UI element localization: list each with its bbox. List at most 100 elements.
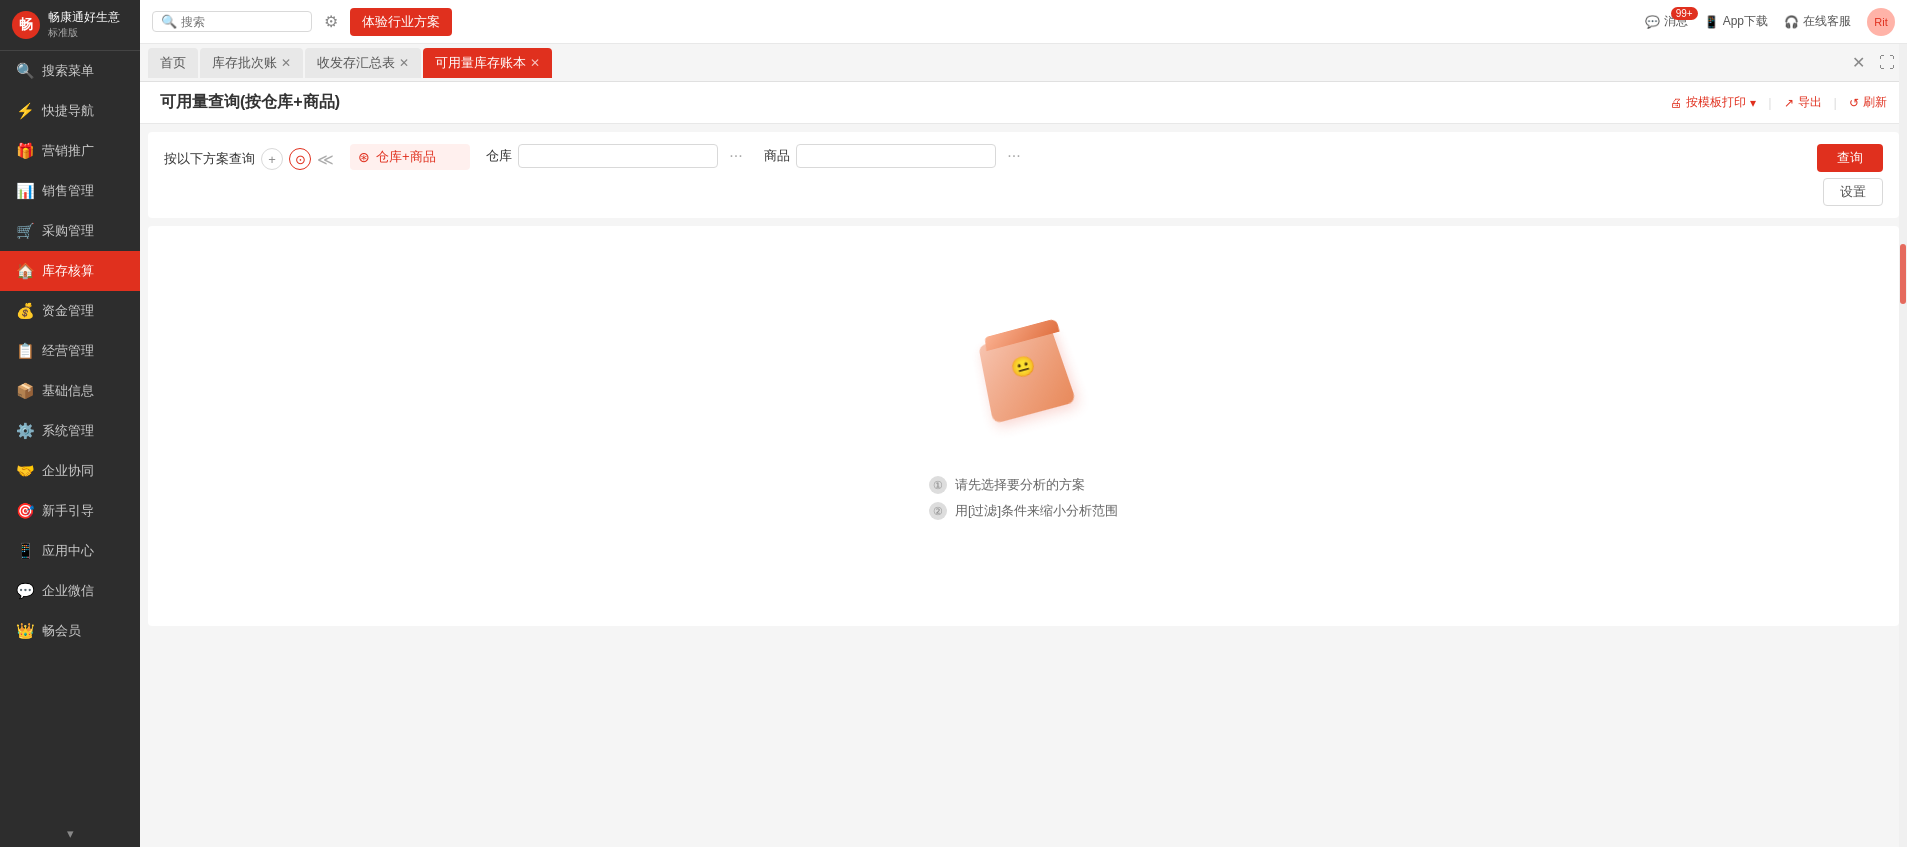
empty-hints: ① 请先选择要分析的方案 ② 用[过滤]条件来缩小分析范围 xyxy=(929,476,1118,520)
close-tab-icon[interactable]: ✕ xyxy=(1848,51,1869,74)
sidebar-item-apps[interactable]: 📱 应用中心 xyxy=(0,531,140,571)
sidebar-item-label-purchase: 采购管理 xyxy=(42,222,94,240)
sidebar-item-sales[interactable]: 📊 销售管理 xyxy=(0,171,140,211)
product-more-button[interactable]: ··· xyxy=(1002,144,1026,168)
sidebar-item-icon-sales: 📊 xyxy=(16,182,34,200)
empty-illustration: 😐 xyxy=(964,332,1084,452)
tab-available-ledger[interactable]: 可用量库存账本✕ xyxy=(423,48,552,78)
sidebar-item-shortcut[interactable]: ⚡ 快捷导航 xyxy=(0,91,140,131)
warehouse-input[interactable] xyxy=(518,144,718,168)
filter-scheme-list: ⊛ 仓库+商品 xyxy=(350,144,470,170)
sidebar-item-inventory[interactable]: 🏠 库存核算 xyxy=(0,251,140,291)
industry-solution-button[interactable]: 体验行业方案 xyxy=(350,8,452,36)
topbar-right-area: 💬 消息 99+ 📱 App下载 🎧 在线客服 Rit xyxy=(1645,8,1895,36)
sidebar-item-vip[interactable]: 👑 畅会员 xyxy=(0,611,140,651)
page-header-actions: 🖨 按模板打印 ▾ | ↗ 导出 | ↺ 刷新 xyxy=(1670,94,1887,111)
export-label: 导出 xyxy=(1798,94,1822,111)
sidebar-item-purchase[interactable]: 🛒 采购管理 xyxy=(0,211,140,251)
sidebar-scroll-down[interactable]: ▾ xyxy=(0,820,140,847)
refresh-label: 刷新 xyxy=(1863,94,1887,111)
sidebar-item-label-inventory: 库存核算 xyxy=(42,262,94,280)
maximize-icon[interactable]: ⛶ xyxy=(1875,52,1899,74)
hint-num-2: ② xyxy=(929,502,947,520)
sidebar-item-label-cooperation: 企业协同 xyxy=(42,462,94,480)
hint-text-2: 用[过滤]条件来缩小分析范围 xyxy=(955,502,1118,520)
filter-label: 按以下方案查询 xyxy=(164,150,255,168)
query-button[interactable]: 查询 xyxy=(1817,144,1883,172)
messages-badge: 99+ xyxy=(1671,7,1698,20)
refresh-button[interactable]: ↺ 刷新 xyxy=(1849,94,1887,111)
right-scrollbar[interactable] xyxy=(1899,44,1907,847)
sidebar-item-cooperation[interactable]: 🤝 企业协同 xyxy=(0,451,140,491)
page-title: 可用量查询(按仓库+商品) xyxy=(160,92,340,113)
export-button[interactable]: ↗ 导出 xyxy=(1784,94,1822,111)
topbar: 🔍 ⚙ 体验行业方案 💬 消息 99+ 📱 App下载 🎧 在线客服 Rit xyxy=(140,0,1907,44)
warehouse-field-group: 仓库 ··· xyxy=(486,144,748,168)
app-download-button[interactable]: 📱 App下载 xyxy=(1704,13,1768,30)
warehouse-field-label: 仓库 xyxy=(486,147,512,165)
product-field-label: 商品 xyxy=(764,147,790,165)
sidebar-item-guide[interactable]: 🎯 新手引导 xyxy=(0,491,140,531)
tab-close-batch-account[interactable]: ✕ xyxy=(281,56,291,70)
export-icon: ↗ xyxy=(1784,96,1794,110)
collapse-button[interactable]: ≪ xyxy=(317,150,334,169)
sidebar-version: 标准版 xyxy=(48,26,120,40)
topbar-search-box[interactable]: 🔍 xyxy=(152,11,312,32)
headset-icon: 🎧 xyxy=(1784,15,1799,29)
sidebar-item-icon-vip: 👑 xyxy=(16,622,34,640)
sidebar-item-icon-shortcut: ⚡ xyxy=(16,102,34,120)
settings-scheme-button[interactable]: ⊙ xyxy=(289,148,311,170)
empty-box-face: 😐 xyxy=(991,340,1056,395)
phone-icon: 📱 xyxy=(1704,15,1719,29)
print-template-button[interactable]: 🖨 按模板打印 ▾ xyxy=(1670,94,1756,111)
refresh-icon: ↺ xyxy=(1849,96,1859,110)
sidebar-item-label-funds: 资金管理 xyxy=(42,302,94,320)
sidebar-item-label-apps: 应用中心 xyxy=(42,542,94,560)
page-header: 可用量查询(按仓库+商品) 🖨 按模板打印 ▾ | ↗ 导出 | ↺ 刷新 xyxy=(140,82,1907,124)
app-download-label: App下载 xyxy=(1723,13,1768,30)
filter-actions: 查询 设置 xyxy=(1817,144,1883,206)
search-input[interactable] xyxy=(181,15,301,29)
sidebar-item-icon-funds: 💰 xyxy=(16,302,34,320)
sidebar-item-icon-inventory: 🏠 xyxy=(16,262,34,280)
sidebar-item-search[interactable]: 🔍 搜索菜单 xyxy=(0,51,140,91)
sidebar-item-funds[interactable]: 💰 资金管理 xyxy=(0,291,140,331)
sidebar: 畅 畅康通好生意 标准版 🔍 搜索菜单 ⚡ 快捷导航 🎁 营销推广 📊 销售管理… xyxy=(0,0,140,847)
print-label: 按模板打印 xyxy=(1686,94,1746,111)
tab-label-inventory-summary: 收发存汇总表 xyxy=(317,54,395,72)
content-area: 可用量查询(按仓库+商品) 🖨 按模板打印 ▾ | ↗ 导出 | ↺ 刷新 xyxy=(140,82,1907,847)
tab-inventory-summary[interactable]: 收发存汇总表 ✕ xyxy=(305,48,421,78)
messages-button[interactable]: 💬 消息 99+ xyxy=(1645,13,1688,30)
user-avatar[interactable]: Rit xyxy=(1867,8,1895,36)
sidebar-item-system[interactable]: ⚙️ 系统管理 xyxy=(0,411,140,451)
sidebar-item-icon-purchase: 🛒 xyxy=(16,222,34,240)
sidebar-item-wechat[interactable]: 💬 企业微信 xyxy=(0,571,140,611)
sidebar-item-marketing[interactable]: 🎁 营销推广 xyxy=(0,131,140,171)
sidebar-item-label-system: 系统管理 xyxy=(42,422,94,440)
product-input[interactable] xyxy=(796,144,996,168)
tab-batch-account[interactable]: 库存批次账✕ xyxy=(200,48,303,78)
add-scheme-button[interactable]: + xyxy=(261,148,283,170)
online-service-button[interactable]: 🎧 在线客服 xyxy=(1784,13,1851,30)
tab-close-available-ledger[interactable]: ✕ xyxy=(530,56,540,70)
topbar-gear-icon[interactable]: ⚙ xyxy=(320,8,342,35)
divider1: | xyxy=(1768,95,1771,110)
warehouse-more-button[interactable]: ··· xyxy=(724,144,748,168)
search-icon: 🔍 xyxy=(161,14,177,29)
sidebar-item-label-vip: 畅会员 xyxy=(42,622,81,640)
sidebar-item-operation[interactable]: 📋 经营管理 xyxy=(0,331,140,371)
sidebar-item-label-sales: 销售管理 xyxy=(42,182,94,200)
sidebar-item-basic[interactable]: 📦 基础信息 xyxy=(0,371,140,411)
tab-close-inventory-summary[interactable]: ✕ xyxy=(399,56,409,70)
sidebar-item-label-operation: 经营管理 xyxy=(42,342,94,360)
sidebar-item-icon-operation: 📋 xyxy=(16,342,34,360)
empty-hint-2: ② 用[过滤]条件来缩小分析范围 xyxy=(929,502,1118,520)
sidebar-item-label-shortcut: 快捷导航 xyxy=(42,102,94,120)
scheme-warehouse-product[interactable]: ⊛ 仓库+商品 xyxy=(350,144,470,170)
scheme-icon: ⊛ xyxy=(358,149,370,165)
column-settings-button[interactable]: 设置 xyxy=(1823,178,1883,206)
empty-hint-1: ① 请先选择要分析的方案 xyxy=(929,476,1085,494)
product-field-group: 商品 ··· xyxy=(764,144,1026,168)
print-icon: 🖨 xyxy=(1670,96,1682,110)
tab-home[interactable]: 首页 xyxy=(148,48,198,78)
